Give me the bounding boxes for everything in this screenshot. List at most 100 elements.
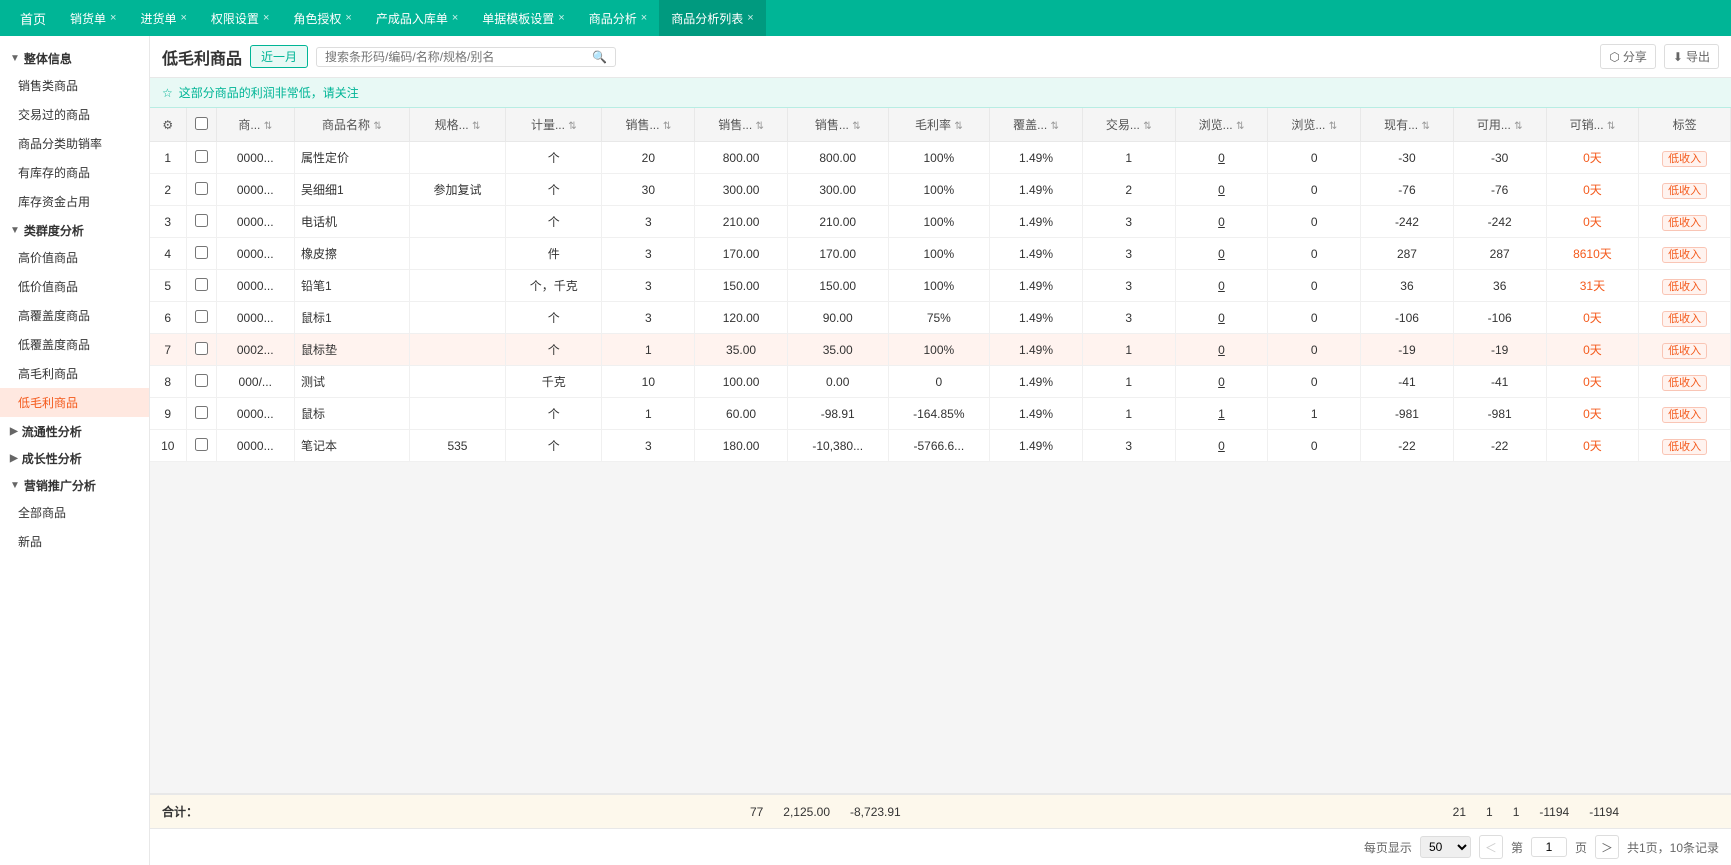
cell-sales-price: 120.00 [695, 302, 788, 334]
cell-checkbox[interactable] [186, 206, 216, 238]
col-code[interactable]: 商... ⇅ [216, 108, 294, 142]
col-settings[interactable]: ⚙ [150, 108, 186, 142]
nav-close-analysis[interactable]: × [641, 12, 647, 24]
sidebar-item-sales-products[interactable]: 销售类商品 [0, 71, 149, 100]
row-checkbox[interactable] [195, 246, 208, 259]
col-browse2[interactable]: 浏览... ⇅ [1268, 108, 1361, 142]
col-unit[interactable]: 计量... ⇅ [506, 108, 602, 142]
row-checkbox[interactable] [195, 278, 208, 291]
nav-close-sales[interactable]: × [110, 12, 116, 24]
col-current-stock[interactable]: 现有... ⇅ [1361, 108, 1454, 142]
row-checkbox[interactable] [195, 438, 208, 451]
next-page-button[interactable]: ＞ [1595, 835, 1619, 859]
nav-close-permission[interactable]: × [263, 12, 269, 24]
nav-close-product-entry[interactable]: × [452, 12, 458, 24]
cell-tag: 低收入 [1639, 270, 1731, 302]
cell-name: 测试 [294, 366, 409, 398]
page-size-select[interactable]: 50 100 200 [1420, 836, 1471, 858]
cell-no: 3 [150, 206, 186, 238]
nav-role[interactable]: 角色授权 × [281, 0, 363, 36]
cell-checkbox[interactable] [186, 430, 216, 462]
cell-gross-margin: 100% [888, 270, 990, 302]
table-row: 10000...属性定价个20800.00800.00100%1.49%100-… [150, 142, 1731, 174]
col-available[interactable]: 可用... ⇅ [1453, 108, 1546, 142]
cell-unit: 个 [506, 334, 602, 366]
search-input[interactable] [325, 50, 592, 64]
col-sales-price[interactable]: 销售... ⇅ [695, 108, 788, 142]
cell-coverage: 1.49% [990, 334, 1083, 366]
col-gross-margin[interactable]: 毛利率 ⇅ [888, 108, 990, 142]
sidebar-item-stock-capital[interactable]: 库存资金占用 [0, 187, 149, 216]
row-checkbox[interactable] [195, 406, 208, 419]
row-checkbox[interactable] [195, 214, 208, 227]
nav-template[interactable]: 单据模板设置 × [470, 0, 576, 36]
cell-browse1: 0 [1175, 270, 1268, 302]
sidebar-item-low-coverage[interactable]: 低覆盖度商品 [0, 330, 149, 359]
sidebar-group-growth[interactable]: ▶ 成长性分析 [0, 444, 149, 471]
nav-product-entry[interactable]: 产成品入库单 × [364, 0, 470, 36]
nav-close-analysis-list[interactable]: × [747, 12, 753, 24]
cell-name: 属性定价 [294, 142, 409, 174]
sidebar-item-low-value[interactable]: 低价值商品 [0, 272, 149, 301]
cell-checkbox[interactable] [186, 142, 216, 174]
row-checkbox[interactable] [195, 310, 208, 323]
col-sales-profit[interactable]: 销售... ⇅ [787, 108, 888, 142]
sidebar-item-traded-products[interactable]: 交易过的商品 [0, 100, 149, 129]
cell-checkbox[interactable] [186, 302, 216, 334]
sidebar-item-high-value[interactable]: 高价值商品 [0, 243, 149, 272]
cell-current-stock: -106 [1361, 302, 1454, 334]
nav-permission[interactable]: 权限设置 × [199, 0, 281, 36]
share-button[interactable]: ⬡ 分享 [1600, 44, 1656, 69]
nav-home[interactable]: 首页 [8, 0, 58, 36]
col-name[interactable]: 商品名称 ⇅ [294, 108, 409, 142]
col-saleable[interactable]: 可销... ⇅ [1546, 108, 1639, 142]
export-button[interactable]: ⬇ 导出 [1664, 44, 1719, 69]
nav-sales-order[interactable]: 销货单 × [58, 0, 128, 36]
cell-checkbox[interactable] [186, 270, 216, 302]
nav-product-analysis-list[interactable]: 商品分析列表 × [659, 0, 765, 36]
row-checkbox[interactable] [195, 150, 208, 163]
row-checkbox[interactable] [195, 182, 208, 195]
sidebar-item-high-margin[interactable]: 高毛利商品 [0, 359, 149, 388]
nav-close-purchase[interactable]: × [180, 12, 186, 24]
nav-purchase[interactable]: 进货单 × [128, 0, 198, 36]
nav-product-analysis[interactable]: 商品分析 × [577, 0, 659, 36]
col-coverage[interactable]: 覆盖... ⇅ [990, 108, 1083, 142]
cell-sales-qty: 20 [602, 142, 695, 174]
nav-close-template[interactable]: × [558, 12, 564, 24]
col-sales-qty[interactable]: 销售... ⇅ [602, 108, 695, 142]
row-checkbox[interactable] [195, 374, 208, 387]
cell-gross-margin: 100% [888, 174, 990, 206]
row-checkbox[interactable] [195, 342, 208, 355]
sidebar-group-segment[interactable]: ▼ 类群度分析 [0, 216, 149, 243]
sidebar-item-all-products[interactable]: 全部商品 [0, 498, 149, 527]
col-tag[interactable]: 标签 [1639, 108, 1731, 142]
cell-checkbox[interactable] [186, 174, 216, 206]
sidebar-item-category-sales-rate[interactable]: 商品分类助销率 [0, 129, 149, 158]
search-icon[interactable]: 🔍 [592, 50, 607, 64]
sidebar-item-low-margin[interactable]: 低毛利商品 [0, 388, 149, 417]
nav-close-role[interactable]: × [345, 12, 351, 24]
sidebar-group-circulation[interactable]: ▶ 流通性分析 [0, 417, 149, 444]
sidebar-item-high-coverage[interactable]: 高覆盖度商品 [0, 301, 149, 330]
sidebar-group-overall[interactable]: ▼ 整体信息 [0, 44, 149, 71]
col-spec[interactable]: 规格... ⇅ [409, 108, 505, 142]
notice-bar: ☆ 这部分商品的利润非常低，请关注 [150, 78, 1731, 108]
cell-checkbox[interactable] [186, 398, 216, 430]
cell-checkbox[interactable] [186, 366, 216, 398]
cell-checkbox[interactable] [186, 334, 216, 366]
cell-available: -41 [1453, 366, 1546, 398]
col-browse1[interactable]: 浏览... ⇅ [1175, 108, 1268, 142]
filter-recent-month-button[interactable]: 近一月 [250, 45, 308, 68]
cell-gross-margin: 100% [888, 238, 990, 270]
sidebar-group-marketing[interactable]: ▼ 营销推广分析 [0, 471, 149, 498]
sidebar-item-new-products[interactable]: 新品 [0, 527, 149, 556]
sidebar-item-in-stock-products[interactable]: 有库存的商品 [0, 158, 149, 187]
page-number-input[interactable] [1531, 837, 1567, 857]
col-checkbox[interactable] [186, 108, 216, 142]
table-row: 60000...鼠标1个3120.0090.0075%1.49%300-106-… [150, 302, 1731, 334]
col-transaction[interactable]: 交易... ⇅ [1082, 108, 1175, 142]
select-all-checkbox[interactable] [195, 117, 208, 130]
cell-checkbox[interactable] [186, 238, 216, 270]
prev-page-button[interactable]: ＜ [1479, 835, 1503, 859]
